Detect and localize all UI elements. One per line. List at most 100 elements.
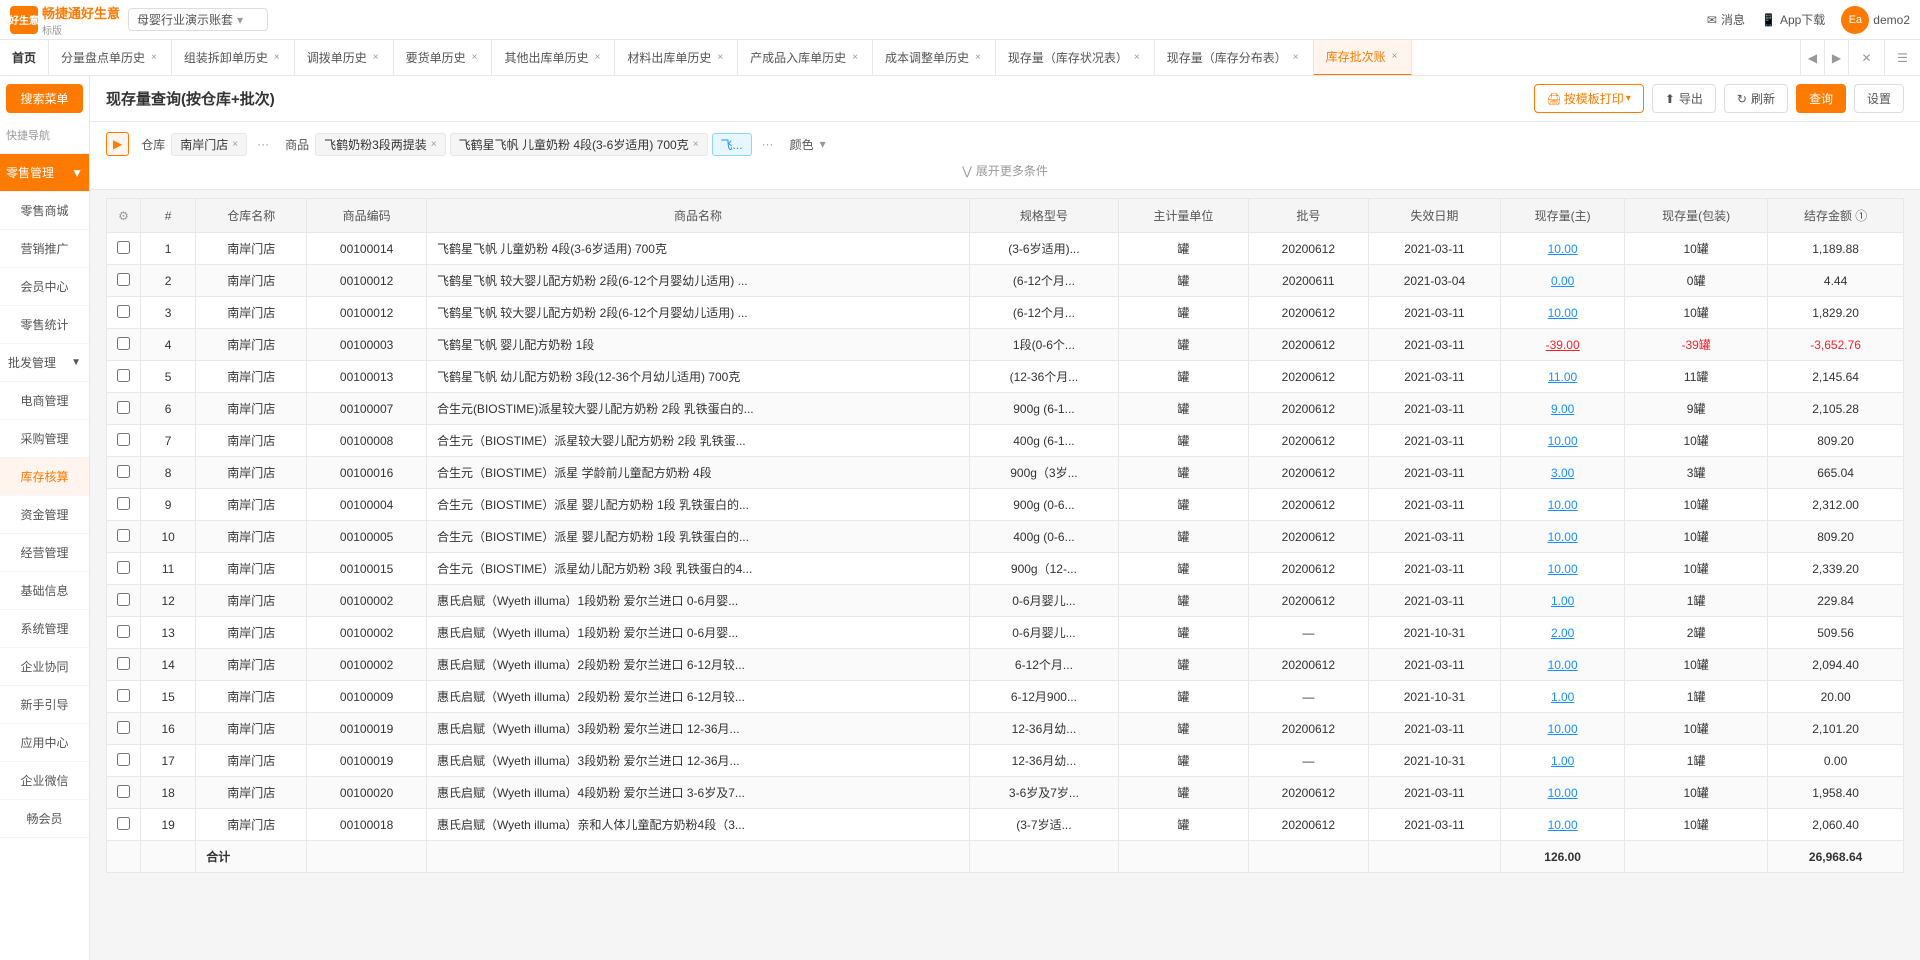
sidebar-item-new-guide[interactable]: 新手引导	[0, 686, 89, 724]
row-checkbox[interactable]	[107, 681, 141, 713]
row-qty-main[interactable]: 10.00	[1501, 649, 1625, 681]
tab-adjust[interactable]: 调拨单历史 ×	[295, 40, 394, 76]
row-checkbox-16[interactable]	[117, 721, 130, 734]
col-gear[interactable]: ⚙	[107, 199, 141, 233]
sidebar-item-ecommerce[interactable]: 电商管理	[0, 382, 89, 420]
row-qty-main[interactable]: -39.00	[1501, 329, 1625, 361]
tab-cost[interactable]: 成本调整单历史 ×	[873, 40, 996, 76]
row-qty-main[interactable]: 10.00	[1501, 489, 1625, 521]
sidebar-item-stock-check[interactable]: 库存核算	[0, 458, 89, 496]
row-checkbox[interactable]	[107, 425, 141, 457]
tab-otherout[interactable]: 其他出库单历史 ×	[492, 40, 615, 76]
tab-product[interactable]: 产成品入库单历史 ×	[738, 40, 873, 76]
expand-toggle-btn[interactable]: ▶	[106, 132, 129, 156]
query-btn[interactable]: 查询	[1796, 84, 1846, 113]
tab-batchstock-close[interactable]: ×	[1390, 50, 1400, 63]
warehouse-more-btn[interactable]: ···	[253, 137, 273, 151]
sidebar-item-wholesale[interactable]: 批发管理 ▼	[0, 344, 89, 382]
tab-material[interactable]: 材料出库单历史 ×	[615, 40, 738, 76]
row-checkbox[interactable]	[107, 329, 141, 361]
gear-settings-icon[interactable]: ⚙	[118, 209, 129, 223]
tab-stock2-close[interactable]: ×	[1291, 51, 1301, 64]
tab-adjust-close[interactable]: ×	[371, 51, 381, 64]
row-checkbox[interactable]	[107, 361, 141, 393]
row-qty-main[interactable]: 1.00	[1501, 585, 1625, 617]
tab-material-close[interactable]: ×	[715, 51, 725, 64]
row-qty-main[interactable]: 2.00	[1501, 617, 1625, 649]
row-checkbox-14[interactable]	[117, 657, 130, 670]
export-btn[interactable]: ⬆ 导出	[1652, 84, 1716, 113]
row-checkbox-1[interactable]	[117, 241, 130, 254]
row-qty-main[interactable]: 0.00	[1501, 265, 1625, 297]
row-checkbox-15[interactable]	[117, 689, 130, 702]
row-checkbox[interactable]	[107, 297, 141, 329]
row-checkbox[interactable]	[107, 265, 141, 297]
row-qty-main[interactable]: 10.00	[1501, 713, 1625, 745]
sidebar-item-member-vip[interactable]: 畅会员	[0, 800, 89, 838]
sidebar-item-basic-info[interactable]: 基础信息	[0, 572, 89, 610]
tab-combo-close[interactable]: ×	[272, 51, 282, 64]
tab-batchstock[interactable]: 库存批次账 ×	[1314, 40, 1413, 76]
tab-borrow-close[interactable]: ×	[470, 51, 480, 64]
row-qty-main[interactable]: 11.00	[1501, 361, 1625, 393]
industry-selector[interactable]: 母婴行业演示账套 ▾	[128, 8, 268, 31]
nav-prev-btn[interactable]: ◀	[1800, 40, 1824, 76]
row-checkbox[interactable]	[107, 553, 141, 585]
sidebar-item-member[interactable]: 会员中心	[0, 268, 89, 306]
row-checkbox[interactable]	[107, 713, 141, 745]
tab-split[interactable]: 分量盘点单历史 ×	[49, 40, 172, 76]
sidebar-item-enterprise-wechat[interactable]: 企业微信	[0, 762, 89, 800]
product-tag-more[interactable]: 飞...	[712, 133, 752, 156]
nav-close-all-btn[interactable]: ✕	[1848, 40, 1884, 76]
row-qty-main[interactable]: 10.00	[1501, 521, 1625, 553]
row-qty-main[interactable]: 10.00	[1501, 553, 1625, 585]
tab-product-close[interactable]: ×	[850, 51, 860, 64]
tab-combo[interactable]: 组装拆卸单历史 ×	[172, 40, 295, 76]
row-qty-main[interactable]: 10.00	[1501, 809, 1625, 841]
row-checkbox-12[interactable]	[117, 593, 130, 606]
row-checkbox-4[interactable]	[117, 337, 130, 350]
sidebar-item-retail-mall[interactable]: 零售商城	[0, 192, 89, 230]
row-checkbox[interactable]	[107, 809, 141, 841]
tab-otherout-close[interactable]: ×	[592, 51, 602, 64]
sidebar-item-app-center[interactable]: 应用中心	[0, 724, 89, 762]
row-qty-main[interactable]: 3.00	[1501, 457, 1625, 489]
row-checkbox-17[interactable]	[117, 753, 130, 766]
row-checkbox[interactable]	[107, 777, 141, 809]
expand-more-btn[interactable]: ⋁ 展开更多条件	[962, 162, 1048, 179]
tab-borrow[interactable]: 要货单历史 ×	[394, 40, 493, 76]
row-checkbox-13[interactable]	[117, 625, 130, 638]
row-checkbox[interactable]	[107, 393, 141, 425]
tab-cost-close[interactable]: ×	[973, 51, 983, 64]
nav-menu-btn[interactable]: ☰	[1884, 40, 1920, 76]
row-qty-main[interactable]: 9.00	[1501, 393, 1625, 425]
row-checkbox-9[interactable]	[117, 497, 130, 510]
tab-stock2[interactable]: 现存量（库存分布表） ×	[1155, 40, 1314, 76]
tab-split-close[interactable]: ×	[149, 51, 159, 64]
sidebar-item-enterprise[interactable]: 企业协同	[0, 648, 89, 686]
row-checkbox-8[interactable]	[117, 465, 130, 478]
sidebar-item-sys-mgmt[interactable]: 系统管理	[0, 610, 89, 648]
row-checkbox-10[interactable]	[117, 529, 130, 542]
row-checkbox-3[interactable]	[117, 305, 130, 318]
row-checkbox[interactable]	[107, 489, 141, 521]
sidebar-item-marketing[interactable]: 营销推广	[0, 230, 89, 268]
row-checkbox[interactable]	[107, 745, 141, 777]
user-profile[interactable]: Ea demo2	[1841, 6, 1910, 34]
row-qty-main[interactable]: 1.00	[1501, 681, 1625, 713]
row-qty-main[interactable]: 10.00	[1501, 777, 1625, 809]
row-checkbox[interactable]	[107, 649, 141, 681]
row-checkbox-7[interactable]	[117, 433, 130, 446]
row-qty-main[interactable]: 10.00	[1501, 425, 1625, 457]
row-checkbox[interactable]	[107, 457, 141, 489]
warehouse-tag-close[interactable]: ×	[232, 139, 238, 150]
settings-btn[interactable]: 设置	[1854, 84, 1904, 113]
row-qty-main[interactable]: 1.00	[1501, 745, 1625, 777]
row-checkbox-2[interactable]	[117, 273, 130, 286]
product-tag-2-close[interactable]: ×	[693, 139, 699, 150]
sidebar-item-retail-stats[interactable]: 零售统计	[0, 306, 89, 344]
app-download-btn[interactable]: 📱 App下载	[1761, 11, 1825, 28]
nav-next-btn[interactable]: ▶	[1824, 40, 1848, 76]
sidebar-item-purchase[interactable]: 采购管理	[0, 420, 89, 458]
row-checkbox[interactable]	[107, 617, 141, 649]
